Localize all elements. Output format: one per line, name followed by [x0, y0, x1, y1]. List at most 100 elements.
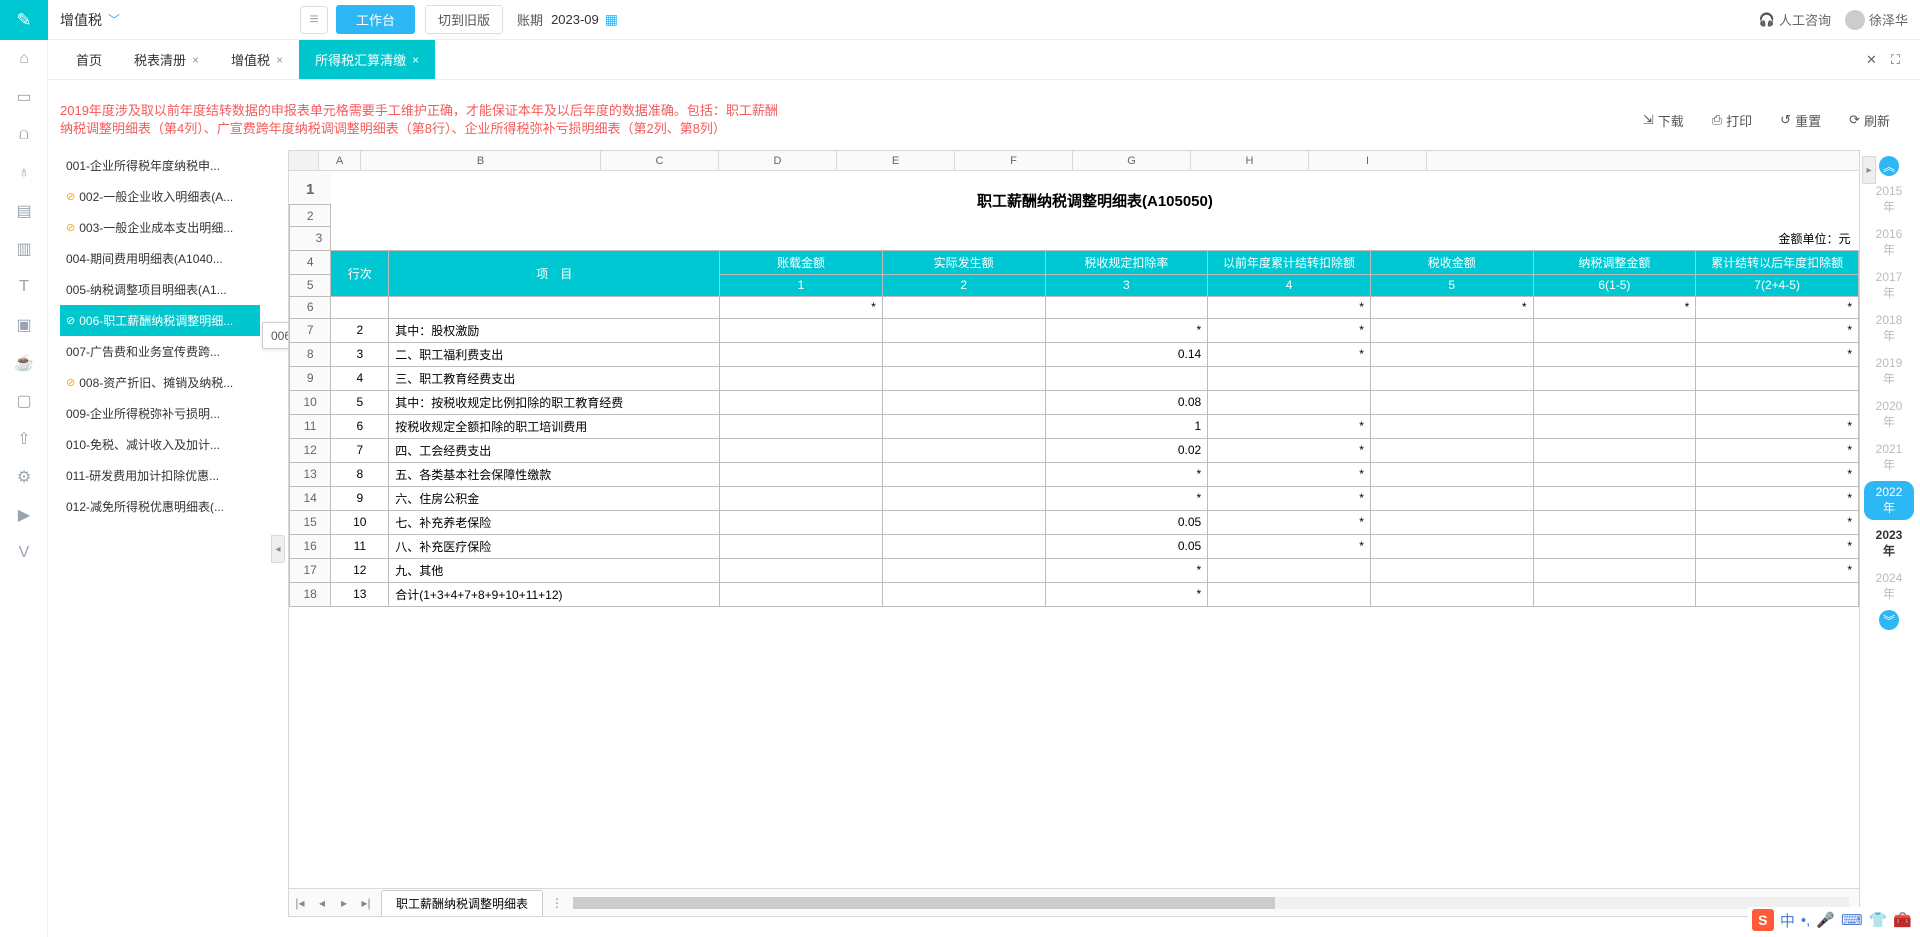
- nav-tax-icon[interactable]: ☕: [0, 344, 48, 382]
- year-option[interactable]: 2023年: [1864, 524, 1914, 563]
- sheet-nav-next-icon[interactable]: ▸: [333, 896, 355, 910]
- data-cell[interactable]: 0.05: [1045, 534, 1208, 558]
- data-cell[interactable]: [882, 318, 1045, 342]
- data-cell[interactable]: *: [1370, 296, 1533, 318]
- data-cell[interactable]: [720, 414, 883, 438]
- data-cell[interactable]: [1370, 510, 1533, 534]
- data-cell[interactable]: [1370, 318, 1533, 342]
- data-cell[interactable]: *: [1045, 318, 1208, 342]
- year-option[interactable]: 2024年: [1864, 567, 1914, 606]
- data-cell[interactable]: [720, 438, 883, 462]
- column-letter[interactable]: A: [319, 151, 361, 170]
- ime-skin-icon[interactable]: 👕: [1869, 911, 1888, 929]
- data-cell[interactable]: [882, 296, 1045, 318]
- year-option[interactable]: 2017年: [1864, 266, 1914, 305]
- form-list-item[interactable]: 003-一般企业成本支出明细...: [60, 212, 260, 243]
- row-number[interactable]: 15: [290, 510, 331, 534]
- data-cell[interactable]: *: [1045, 582, 1208, 606]
- row-number[interactable]: 5: [290, 274, 331, 296]
- nav-folder-icon[interactable]: ▢: [0, 382, 48, 420]
- data-cell[interactable]: [1045, 296, 1208, 318]
- sheet-corner[interactable]: [289, 151, 319, 170]
- app-logo[interactable]: ✎: [0, 0, 48, 40]
- data-cell[interactable]: [720, 486, 883, 510]
- row-number[interactable]: 8: [290, 342, 331, 366]
- data-cell[interactable]: [720, 390, 883, 414]
- form-list-item[interactable]: 009-企业所得税弥补亏损明...: [60, 398, 260, 429]
- sheet-nav-first-icon[interactable]: |◂: [289, 896, 311, 910]
- data-cell[interactable]: [882, 486, 1045, 510]
- sheet-nav-last-icon[interactable]: ▸|: [355, 896, 377, 910]
- data-cell[interactable]: [1370, 342, 1533, 366]
- data-cell[interactable]: [882, 510, 1045, 534]
- data-cell[interactable]: [720, 318, 883, 342]
- data-cell[interactable]: [1208, 390, 1371, 414]
- tab-fullscreen-icon[interactable]: ⛶: [1891, 52, 1900, 68]
- print-button[interactable]: ⎙打印: [1712, 111, 1752, 130]
- data-cell[interactable]: [1370, 534, 1533, 558]
- row-number[interactable]: 7: [290, 318, 331, 342]
- ime-lang-icon[interactable]: 中: [1780, 910, 1795, 931]
- row-number[interactable]: 9: [290, 366, 331, 390]
- column-letter[interactable]: B: [361, 151, 601, 170]
- row-number[interactable]: 10: [290, 390, 331, 414]
- nav-doc-icon[interactable]: ▭: [0, 78, 48, 116]
- year-option[interactable]: 2016年: [1864, 223, 1914, 262]
- data-cell[interactable]: [882, 414, 1045, 438]
- year-option[interactable]: 2019年: [1864, 352, 1914, 391]
- data-cell[interactable]: [1370, 486, 1533, 510]
- column-letter[interactable]: F: [955, 151, 1073, 170]
- form-list-item[interactable]: 012-减免所得税优惠明细表(...: [60, 491, 260, 522]
- column-letter[interactable]: I: [1309, 151, 1427, 170]
- close-icon[interactable]: ×: [412, 53, 419, 67]
- data-cell[interactable]: *: [1208, 414, 1371, 438]
- sheet-tab[interactable]: 职工薪酬纳税调整明细表: [381, 890, 543, 916]
- consult-button[interactable]: 🎧 人工咨询: [1759, 10, 1831, 29]
- data-cell[interactable]: *: [1208, 342, 1371, 366]
- year-scroll-down-icon[interactable]: ︾: [1879, 610, 1899, 630]
- data-cell[interactable]: 0.14: [1045, 342, 1208, 366]
- row-number[interactable]: 17: [290, 558, 331, 582]
- data-cell[interactable]: [1045, 366, 1208, 390]
- data-cell[interactable]: [720, 342, 883, 366]
- switch-old-button[interactable]: 切到旧版: [425, 5, 503, 34]
- data-cell[interactable]: [882, 366, 1045, 390]
- nav-chart-icon[interactable]: ⩍: [0, 116, 48, 154]
- user-menu[interactable]: 徐泽华: [1845, 10, 1908, 30]
- row-number[interactable]: 14: [290, 486, 331, 510]
- data-cell[interactable]: [882, 558, 1045, 582]
- tab-首页[interactable]: 首页: [60, 40, 118, 79]
- data-cell[interactable]: [1533, 414, 1696, 438]
- data-cell[interactable]: *: [1696, 510, 1859, 534]
- workspace-button[interactable]: 工作台: [336, 5, 415, 34]
- data-cell[interactable]: *: [1696, 414, 1859, 438]
- nav-image-icon[interactable]: ▣: [0, 306, 48, 344]
- data-cell[interactable]: [882, 462, 1045, 486]
- data-cell[interactable]: [1370, 582, 1533, 606]
- data-cell[interactable]: [1533, 534, 1696, 558]
- data-cell[interactable]: [1533, 318, 1696, 342]
- data-cell[interactable]: 0.08: [1045, 390, 1208, 414]
- data-cell[interactable]: [1533, 510, 1696, 534]
- data-cell[interactable]: *: [1208, 534, 1371, 558]
- form-list-item[interactable]: 006-职工薪酬纳税调整明细...: [60, 305, 260, 336]
- nav-home-icon[interactable]: ⌂: [0, 40, 48, 78]
- data-cell[interactable]: *: [1208, 486, 1371, 510]
- reset-button[interactable]: ↺重置: [1780, 111, 1821, 130]
- form-list-item[interactable]: 002-一般企业收入明细表(A...: [60, 181, 260, 212]
- data-cell[interactable]: *: [1208, 318, 1371, 342]
- scrollbar-thumb[interactable]: [573, 897, 1275, 909]
- data-cell[interactable]: *: [1208, 296, 1371, 318]
- column-letter[interactable]: E: [837, 151, 955, 170]
- data-cell[interactable]: [1696, 390, 1859, 414]
- close-icon[interactable]: ×: [276, 53, 283, 67]
- year-option[interactable]: 2018年: [1864, 309, 1914, 348]
- form-list-item[interactable]: 010-免税、减计收入及加计...: [60, 429, 260, 460]
- form-list-item[interactable]: 008-资产折旧、摊销及纳税...: [60, 367, 260, 398]
- horizontal-scrollbar[interactable]: [573, 897, 1849, 909]
- row-number[interactable]: 12: [290, 438, 331, 462]
- data-cell[interactable]: 0.02: [1045, 438, 1208, 462]
- data-cell[interactable]: *: [1696, 318, 1859, 342]
- data-cell[interactable]: [882, 534, 1045, 558]
- data-cell[interactable]: [720, 510, 883, 534]
